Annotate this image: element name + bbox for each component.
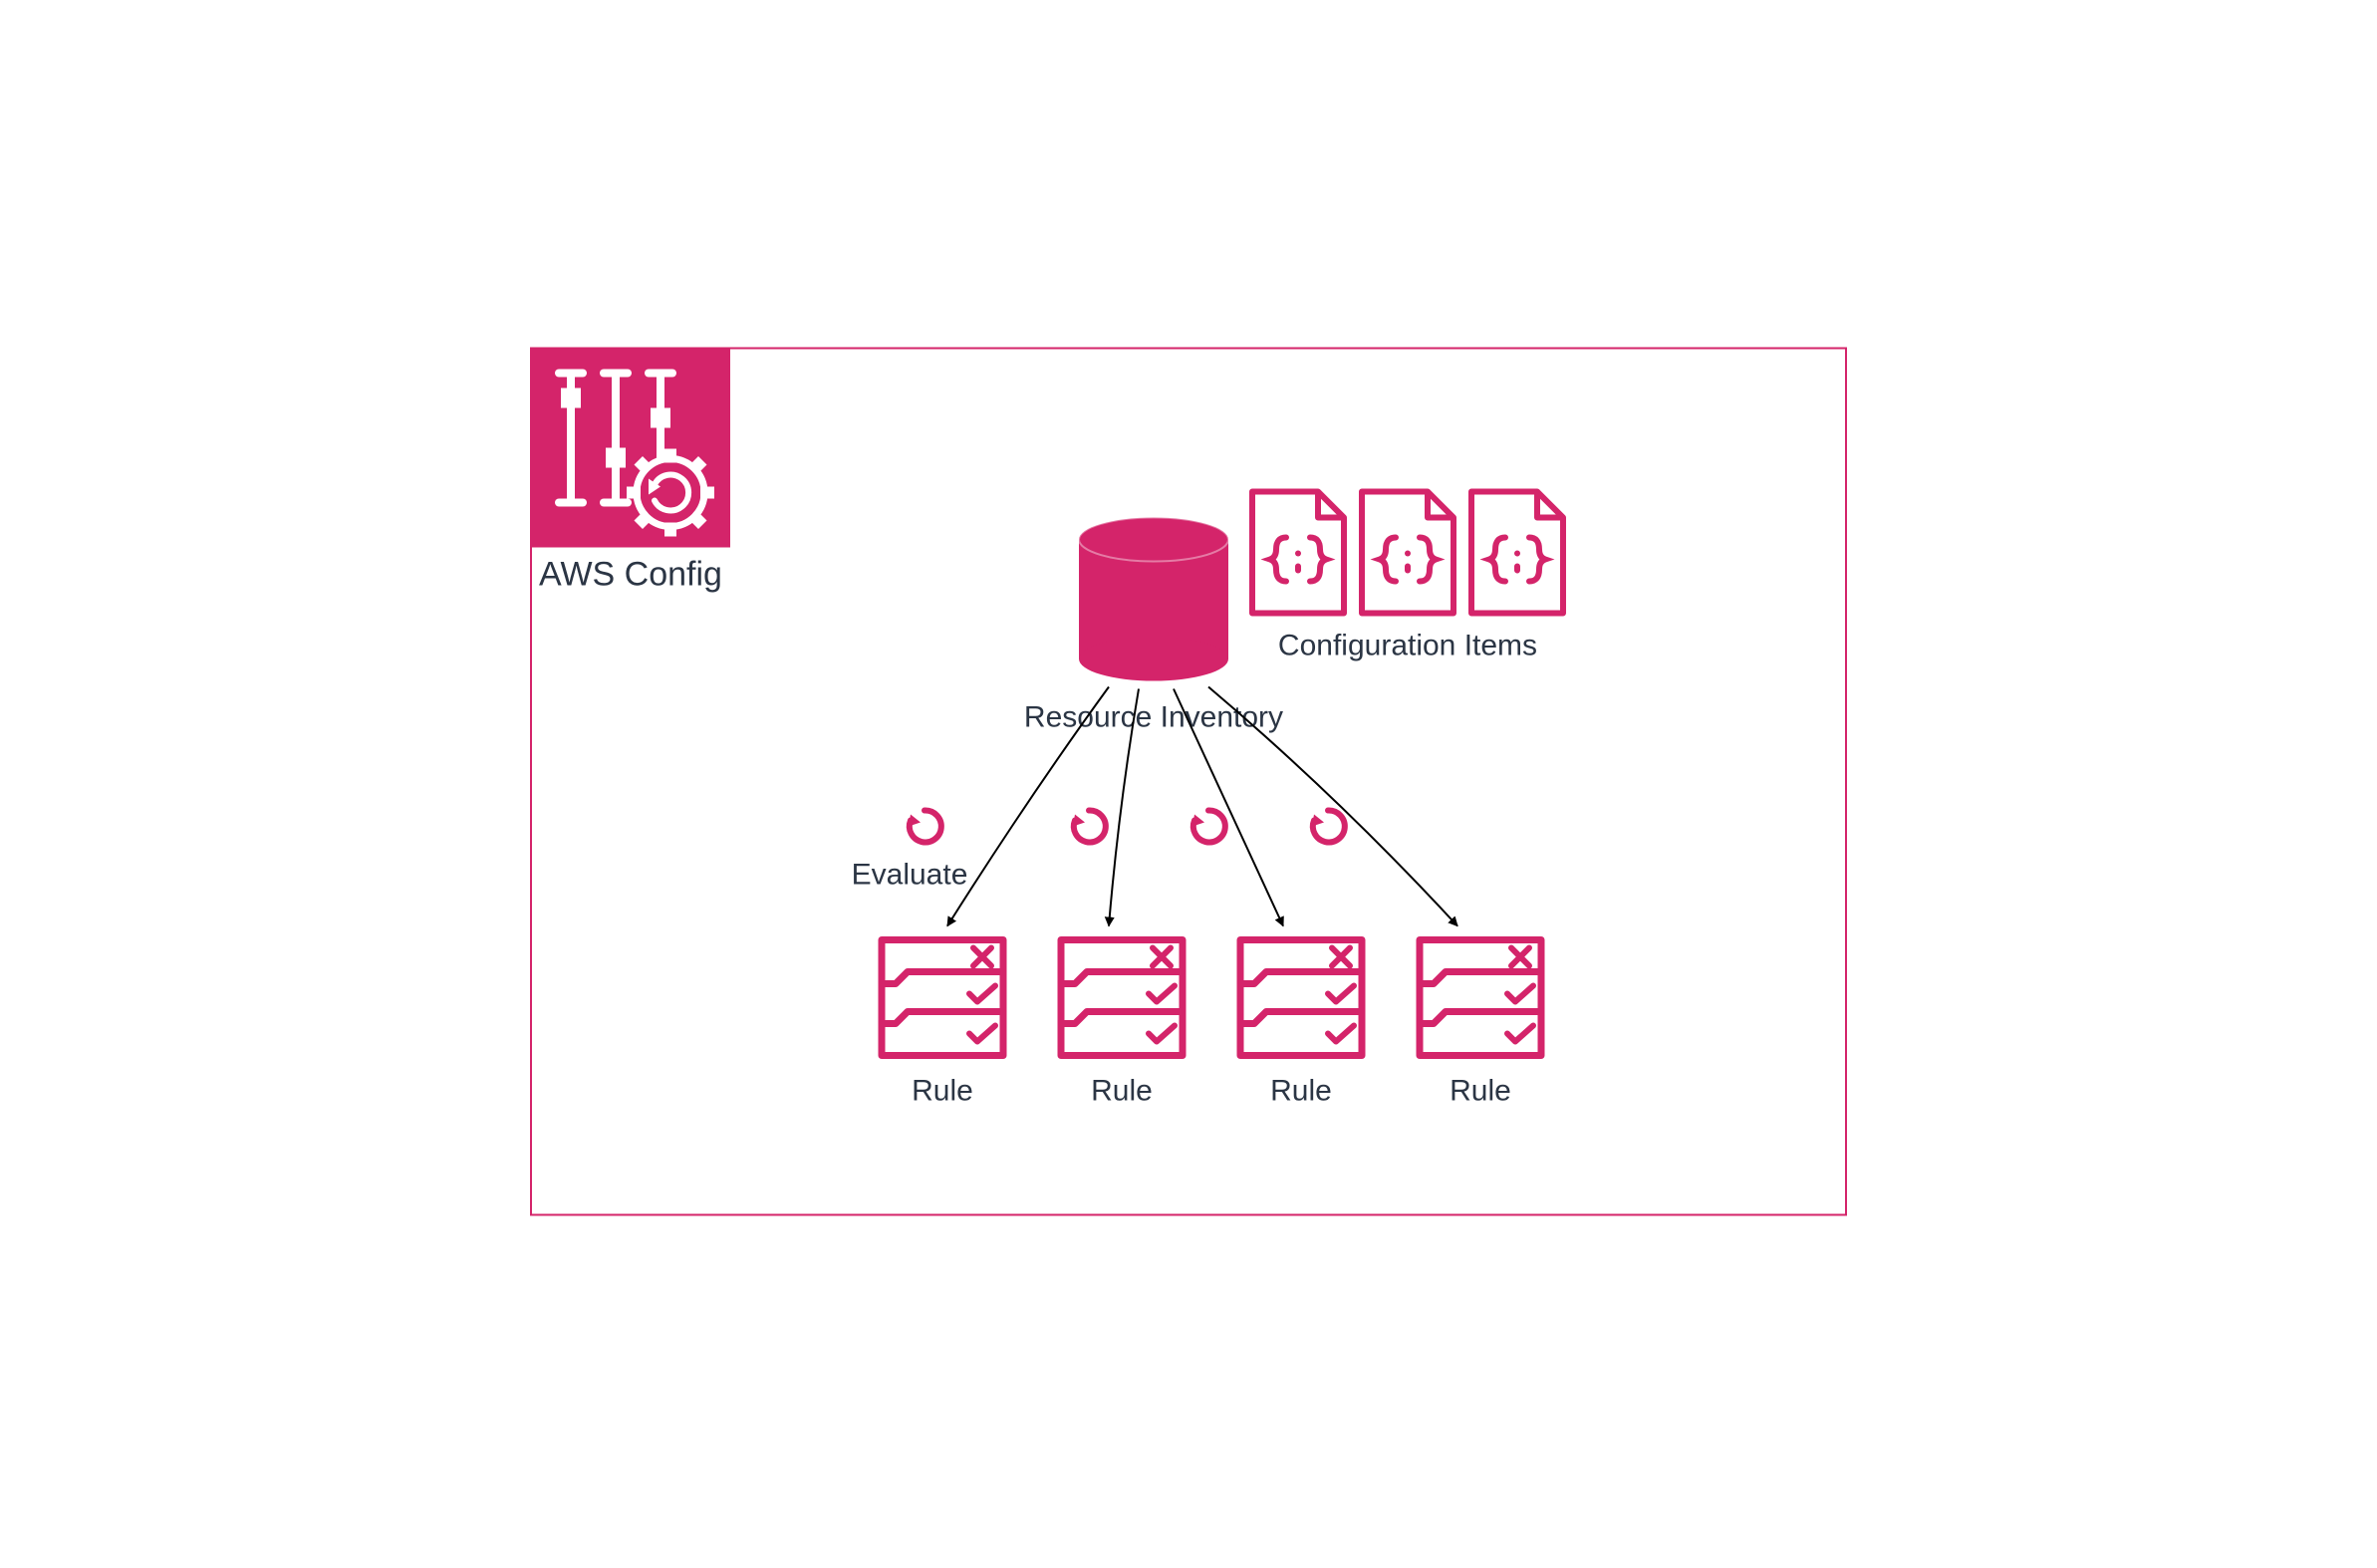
aws-config-icon [531, 349, 730, 548]
evaluate-label: Evaluate [852, 859, 968, 892]
resource-inventory-icon [1079, 518, 1228, 681]
config-items-icons [1252, 492, 1563, 614]
rule-label-1: Rule [912, 1075, 973, 1108]
rule-label-4: Rule [1450, 1075, 1511, 1108]
rule-icons [882, 940, 1541, 1056]
diagram-canvas: AWS Config Resource Inventory Configurat… [511, 329, 1866, 1240]
evaluate-refresh-icons [909, 810, 1345, 842]
rule-label-2: Rule [1091, 1075, 1153, 1108]
config-items-label: Configuration Items [1278, 630, 1537, 662]
aws-config-label: AWS Config [539, 556, 722, 594]
rule-label-3: Rule [1270, 1075, 1332, 1108]
